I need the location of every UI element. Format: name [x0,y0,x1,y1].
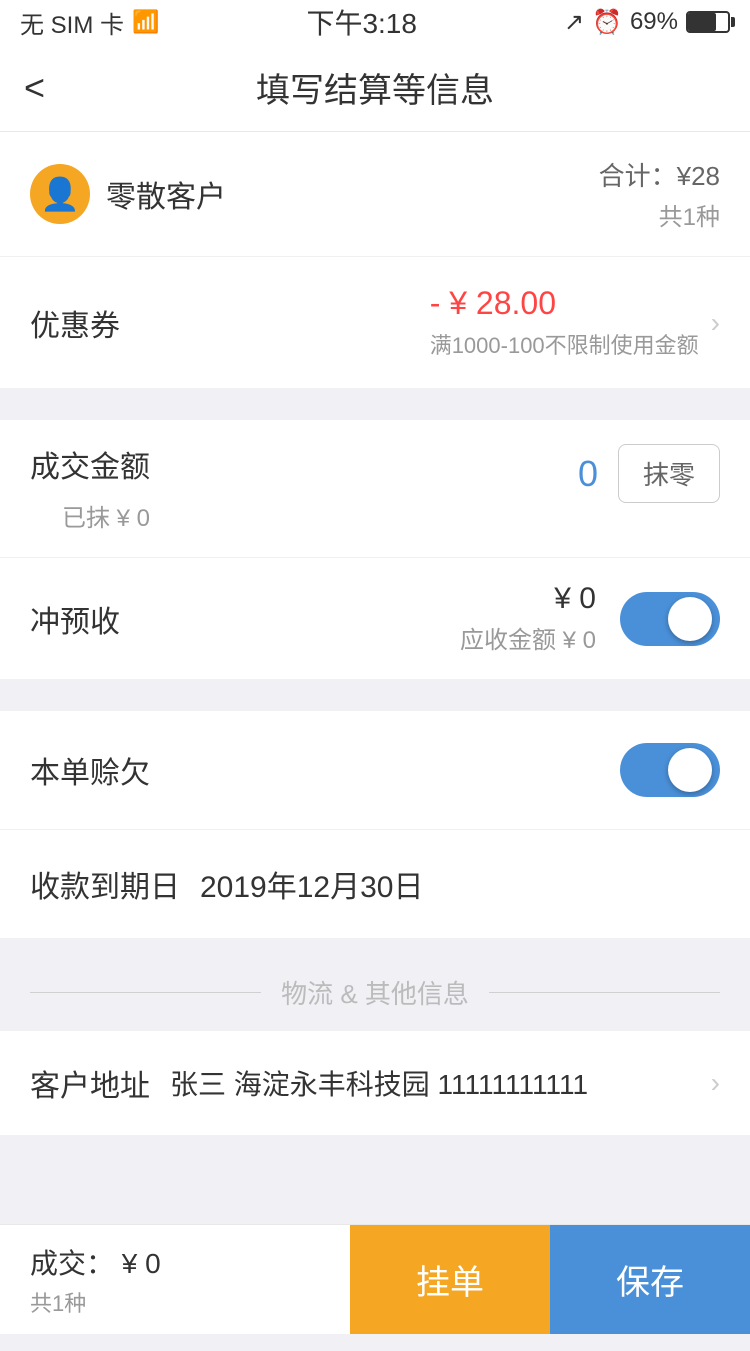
nav-bar: < 填写结算等信息 [0,44,750,132]
toggle-knob [668,597,712,641]
avatar-icon: 👤 [40,175,80,213]
battery-icon [686,11,730,33]
avatar: 👤 [30,164,90,224]
coupon-label: 优惠券 [30,301,120,345]
customer-name: 零散客户 [106,172,226,216]
status-left: 无 SIM 卡 📶 [20,5,159,40]
bottom-deal: 成交： ¥ 0 [30,1242,320,1282]
address-section: 客户地址 张三 海淀永丰科技园 11111111111 › [0,1031,750,1135]
coupon-chevron-icon: › [711,307,720,339]
status-time: 下午3:18 [306,2,417,42]
sim-status: 无 SIM 卡 [20,5,124,40]
amount-value: 0 [578,453,598,495]
coupon-row[interactable]: 优惠券 - ¥ 28.00 满1000-100不限制使用金额 › [0,256,750,388]
coupon-amount: - ¥ 28.00 [430,285,699,322]
logistics-label: 物流 & 其他信息 [281,974,469,1011]
prepay-amount: ¥ 0 应收金额 ¥ 0 [460,582,596,655]
save-button[interactable]: 保存 [550,1225,750,1334]
battery-percent: 69% [630,8,678,36]
divider-2 [0,695,750,711]
address-row[interactable]: 客户地址 张三 海淀永丰科技园 11111111111 › [0,1031,750,1135]
amount-sub: 已抹 ¥ 0 [30,498,150,533]
bottom-count: 共1种 [30,1286,320,1318]
coupon-info: - ¥ 28.00 满1000-100不限制使用金额 [430,285,699,360]
total-label: 合计：¥28 [599,156,720,193]
status-bar: 无 SIM 卡 📶 下午3:18 ↗ ⏰ 69% [0,0,750,44]
customer-total: 合计：¥28 共1种 [599,156,720,232]
debt-section: 本单赊欠 收款到期日 2019年12月30日 [0,711,750,938]
amount-right: 0 抹零 [578,444,720,503]
prepay-label: 冲预收 [30,597,120,641]
address-label: 客户地址 [30,1061,150,1105]
logistics-line: 物流 & 其他信息 [30,974,720,1011]
hang-button[interactable]: 挂单 [350,1225,550,1334]
prepay-toggle[interactable] [620,592,720,646]
debt-toggle[interactable] [620,743,720,797]
prepay-value: ¥ 0 [460,582,596,616]
due-row: 收款到期日 2019年12月30日 [0,829,750,938]
customer-info: 👤 零散客户 [30,164,226,224]
divider-1 [0,404,750,420]
customer-section: 👤 零散客户 合计：¥28 共1种 优惠券 - ¥ 28.00 满1000-10… [0,132,750,388]
coupon-right: - ¥ 28.00 满1000-100不限制使用金额 › [430,285,720,360]
amount-label-group: 成交金额 已抹 ¥ 0 [30,444,150,533]
round-button[interactable]: 抹零 [618,444,720,503]
wifi-icon: 📶 [132,9,159,35]
page-title: 填写结算等信息 [256,63,494,112]
back-button[interactable]: < [24,67,45,109]
due-label: 收款到期日 [30,862,180,906]
due-date: 2019年12月30日 [200,862,423,906]
bottom-info: 成交： ¥ 0 共1种 [0,1225,350,1334]
alarm-icon: ⏰ [592,8,622,37]
prepay-row: 冲预收 ¥ 0 应收金额 ¥ 0 [0,557,750,679]
debt-toggle-knob [668,748,712,792]
prepay-sub: 应收金额 ¥ 0 [460,620,596,655]
total-count: 共1种 [599,197,720,232]
logistics-divider: 物流 & 其他信息 [0,954,750,1031]
address-value: 张三 海淀永丰科技园 11111111111 [170,1063,711,1103]
location-icon: ↗ [564,8,584,37]
debt-label: 本单赊欠 [30,748,150,792]
amount-label: 成交金额 [30,444,150,492]
status-right: ↗ ⏰ 69% [564,8,730,37]
address-chevron-icon: › [711,1067,720,1099]
prepay-right: ¥ 0 应收金额 ¥ 0 [460,582,720,655]
debt-row: 本单赊欠 [0,711,750,829]
bottom-bar: 成交： ¥ 0 共1种 挂单 保存 [0,1224,750,1334]
amount-row: 成交金额 已抹 ¥ 0 0 抹零 [0,420,750,557]
customer-row: 👤 零散客户 合计：¥28 共1种 [0,132,750,256]
coupon-desc: 满1000-100不限制使用金额 [430,328,699,360]
amount-section: 成交金额 已抹 ¥ 0 0 抹零 冲预收 ¥ 0 应收金额 ¥ 0 [0,420,750,679]
